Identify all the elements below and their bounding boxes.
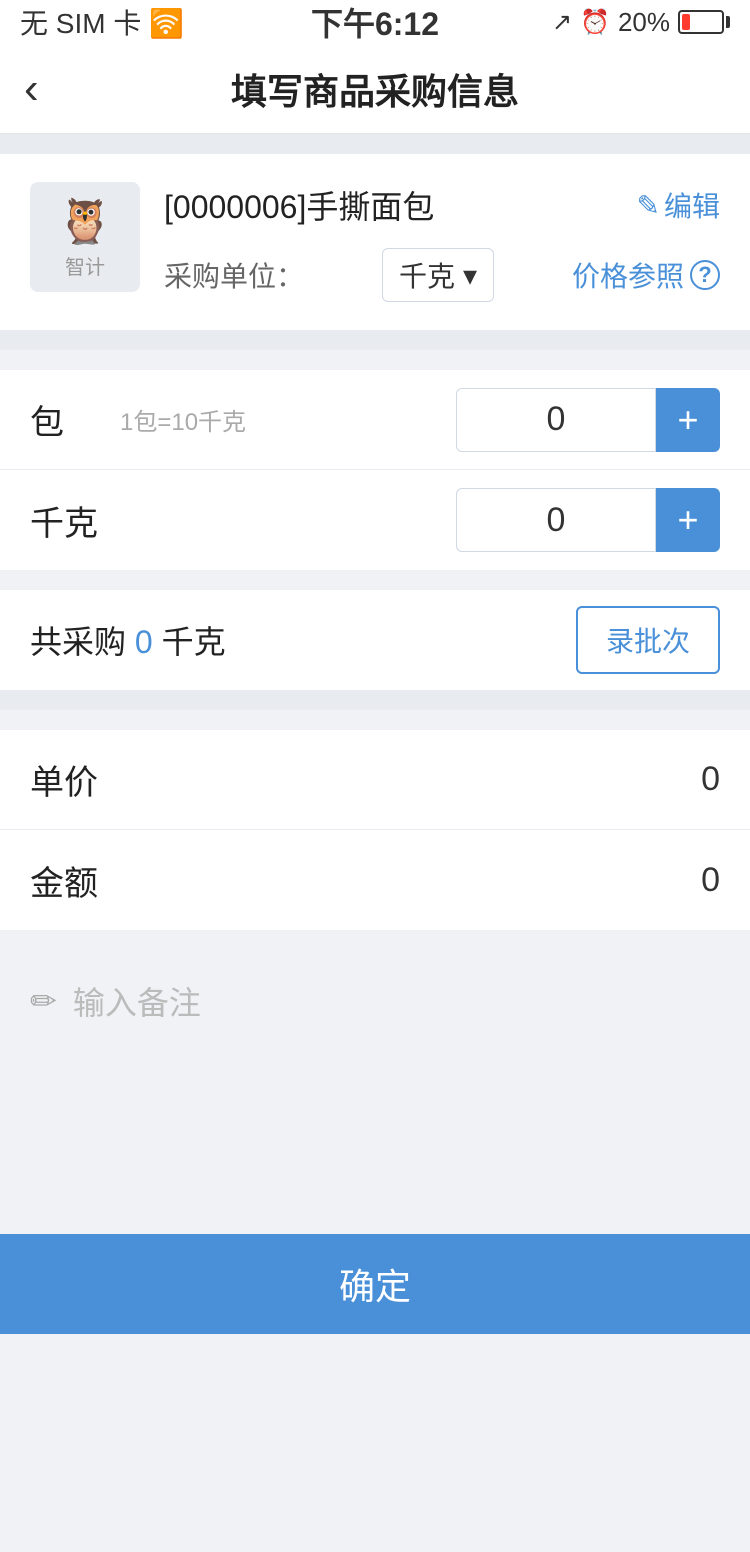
product-card: 🦉 智计 [0000006]手撕面包 ✎ 编辑 采购单位： 千克 ▾ 价格参照 [0, 154, 750, 330]
product-logo-icon: 🦉 [58, 195, 113, 247]
sim-text: 无 SIM 卡 🛜 [20, 2, 184, 42]
edit-icon: ✎ [637, 189, 660, 222]
price-row: 单价 0 [0, 730, 750, 830]
kg-input[interactable] [456, 488, 656, 552]
nav-bar: ‹ 填写商品采购信息 [0, 44, 750, 134]
kg-control: + [456, 488, 720, 552]
price-value: 0 [701, 760, 720, 799]
battery-text: 20% [618, 7, 670, 38]
price-ref-link[interactable]: 价格参照 ? [572, 255, 720, 295]
kg-plus-button[interactable]: + [656, 488, 720, 552]
summary-prefix: 共采购 [30, 624, 126, 660]
unit-select[interactable]: 千克 ▾ [382, 248, 494, 302]
section-separator-1 [0, 134, 750, 154]
unit-value: 千克 [399, 255, 455, 295]
alarm-icon: ⏰ [580, 8, 610, 37]
notes-placeholder: 输入备注 [73, 978, 201, 1024]
amount-label: 金额 [30, 856, 98, 905]
status-time: 下午6:12 [311, 0, 439, 45]
notes-section[interactable]: ✏ 输入备注 [0, 950, 750, 1052]
kg-input-row: 千克 + [0, 470, 750, 570]
amount-row: 金额 0 [0, 830, 750, 930]
product-name-row: [0000006]手撕面包 ✎ 编辑 [164, 182, 720, 228]
input-section: 包 1包=10千克 + 千克 + [0, 370, 750, 570]
bao-sublabel: 1包=10千克 [120, 402, 246, 437]
bao-input[interactable] [456, 388, 656, 452]
status-left: 无 SIM 卡 🛜 [20, 2, 184, 42]
bao-plus-button[interactable]: + [656, 388, 720, 452]
batch-button[interactable]: 录批次 [576, 606, 720, 674]
summary-row: 共采购 0 千克 录批次 [0, 590, 750, 690]
bao-input-row: 包 1包=10千克 + [0, 370, 750, 470]
back-button[interactable]: ‹ [24, 67, 39, 111]
product-info: [0000006]手撕面包 ✎ 编辑 采购单位： 千克 ▾ 价格参照 ? [164, 182, 720, 302]
product-name: [0000006]手撕面包 [164, 182, 434, 228]
info-icon: ? [690, 260, 720, 290]
price-amount-section: 单价 0 金额 0 [0, 730, 750, 930]
section-separator-2 [0, 330, 750, 350]
summary-unit: 千克 [162, 624, 226, 660]
price-ref-label: 价格参照 [572, 255, 684, 295]
location-icon: ↗ [552, 8, 572, 37]
status-right: ↗ ⏰ 20% [552, 7, 730, 38]
kg-label: 千克 [30, 496, 110, 545]
summary-amount: 0 [135, 624, 153, 660]
unit-row: 采购单位： 千克 ▾ 价格参照 ? [164, 248, 720, 302]
edit-label: 编辑 [664, 185, 720, 225]
edit-link[interactable]: ✎ 编辑 [637, 185, 720, 225]
product-logo-text: 智计 [65, 251, 105, 280]
price-label: 单价 [30, 755, 98, 804]
unit-label: 采购单位： [164, 255, 304, 295]
amount-value: 0 [701, 861, 720, 900]
summary-text: 共采购 0 千克 [30, 617, 576, 663]
pencil-icon: ✏ [30, 982, 57, 1020]
battery-icon [678, 10, 730, 34]
confirm-bar[interactable]: 确定 [0, 1234, 750, 1334]
section-separator-3 [0, 690, 750, 710]
page-title: 填写商品采购信息 [231, 63, 519, 115]
bao-label: 包 [30, 395, 110, 444]
status-bar: 无 SIM 卡 🛜 下午6:12 ↗ ⏰ 20% [0, 0, 750, 44]
bao-control: + [456, 388, 720, 452]
chevron-down-icon: ▾ [463, 259, 477, 292]
product-thumbnail: 🦉 智计 [30, 182, 140, 292]
confirm-button[interactable]: 确定 [339, 1258, 411, 1310]
